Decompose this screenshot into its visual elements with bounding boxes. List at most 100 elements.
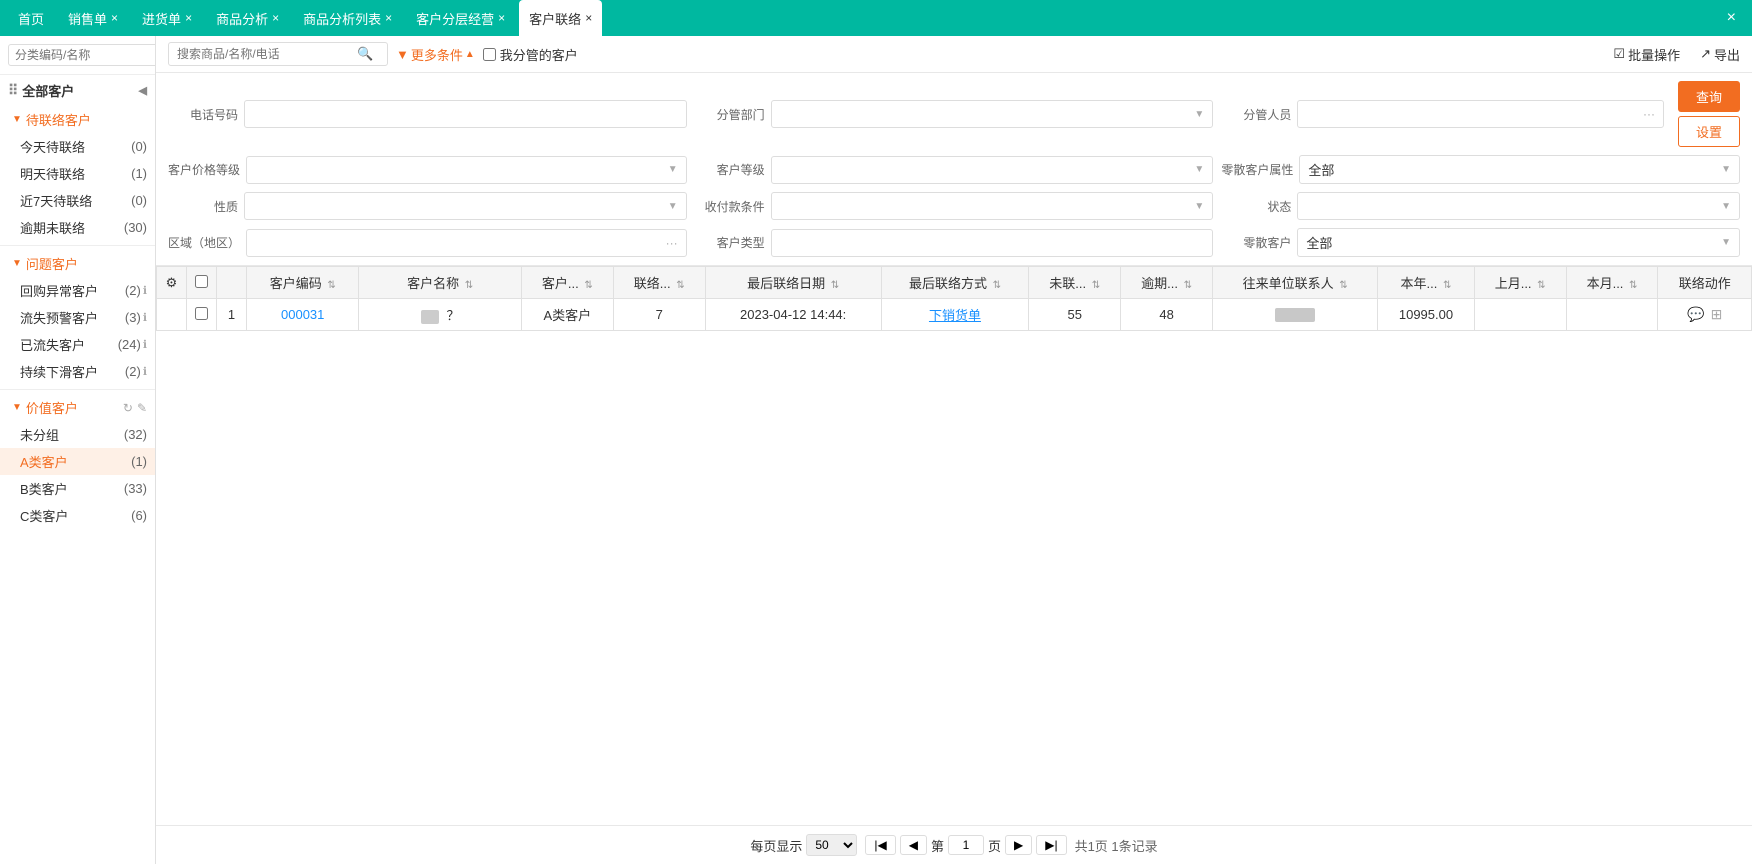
nav-tab-analysis[interactable]: 商品分析 ×	[206, 0, 289, 36]
sidebar-group-pending[interactable]: ▼ 待联络客户	[0, 106, 155, 133]
condition-row-4: 区域（地区） ··· 客户类型 零散客户 全部 ▼	[168, 228, 1740, 257]
sidebar-item-lost[interactable]: 已流失客户 (24) ℹ	[0, 331, 155, 358]
sidebar-item-b-class[interactable]: B类客户 (33)	[0, 475, 155, 502]
settings-gear-icon[interactable]: ⚙	[166, 275, 178, 290]
sidebar-group-problem[interactable]: ▼ 问题客户	[0, 250, 155, 277]
filter-search-icon[interactable]: 🔍	[357, 46, 373, 62]
last-page-btn[interactable]: ▶|	[1036, 835, 1066, 855]
item-abnormal-label: 回购异常客户	[20, 281, 98, 300]
query-btn[interactable]: 查询	[1678, 81, 1740, 112]
col-last-contact-method[interactable]: 最后联络方式 ⇅	[881, 267, 1029, 299]
sidebar-item-7days[interactable]: 近7天待联络 (0)	[0, 187, 155, 214]
status-input[interactable]: ▼	[1297, 192, 1740, 220]
page-size-dropdown[interactable]: 50 100 200	[806, 834, 857, 856]
col-not-contacted[interactable]: 未联... ⇅	[1029, 267, 1121, 299]
sort-icon-last-month: ⇅	[1537, 280, 1545, 291]
filter-search-input[interactable]	[177, 47, 357, 61]
row-last-contact-method[interactable]: 下销货单	[881, 299, 1029, 331]
nav-home[interactable]: 首页	[8, 0, 54, 36]
next-page-btn[interactable]: ▶	[1005, 835, 1032, 855]
col-overdue[interactable]: 逾期... ⇅	[1121, 267, 1213, 299]
payment-input[interactable]: ▼	[771, 192, 1214, 220]
grid-action-icon[interactable]: ⊞	[1711, 306, 1723, 323]
page-label: 第	[931, 836, 944, 855]
type-input[interactable]	[771, 229, 1214, 257]
region-input[interactable]: ···	[246, 229, 687, 257]
select-all-checkbox[interactable]	[195, 275, 208, 288]
col-last-contact-date[interactable]: 最后联络日期 ⇅	[705, 267, 881, 299]
sidebar-item-abnormal[interactable]: 回购异常客户 (2) ℹ	[0, 277, 155, 304]
nav-tab-sales[interactable]: 销售单 ×	[58, 0, 128, 36]
col-name[interactable]: 客户名称 ⇅	[359, 267, 521, 299]
col-code[interactable]: 客户编码 ⇅	[247, 267, 359, 299]
tab-customer-segment-label: 客户分层经营	[416, 9, 494, 28]
col-customer-type[interactable]: 客户... ⇅	[521, 267, 613, 299]
sidebar-item-declining[interactable]: 持续下滑客户 (2) ℹ	[0, 358, 155, 385]
tab-purchase-close[interactable]: ×	[185, 11, 192, 25]
retail-label: 零散客户	[1221, 234, 1291, 251]
filter-icon: ▼	[396, 47, 409, 62]
window-close-btn[interactable]: ×	[1719, 9, 1744, 27]
dept-input[interactable]: ▼	[771, 100, 1214, 128]
first-page-btn[interactable]: |◀	[865, 835, 895, 855]
price-level-input[interactable]: ▼	[246, 156, 687, 184]
last-contact-date-value: 2023-04-12 14:44:	[740, 307, 846, 322]
nav-tab-customer-segment[interactable]: 客户分层经营 ×	[406, 0, 515, 36]
sidebar-item-a-class[interactable]: A类客户 (1)	[0, 448, 155, 475]
row-select-checkbox[interactable]	[195, 307, 208, 320]
sidebar-search-area: 🔍	[0, 36, 155, 75]
col-this-month[interactable]: 本月... ⇅	[1566, 267, 1658, 299]
phone-input[interactable]	[244, 100, 687, 128]
person-input[interactable]: ···	[1297, 100, 1664, 128]
tab-customer-contact-close[interactable]: ×	[585, 11, 592, 25]
refresh-icon[interactable]: ↻	[123, 401, 133, 415]
retail-attr-input[interactable]: 全部 ▼	[1299, 155, 1740, 184]
col-this-year[interactable]: 本年... ⇅	[1378, 267, 1474, 299]
prev-page-btn[interactable]: ◀	[900, 835, 927, 855]
settings-btn[interactable]: 设置	[1678, 116, 1740, 147]
nav-tab-purchase[interactable]: 进货单 ×	[132, 0, 202, 36]
sidebar-all-customers[interactable]: ⠿ 全部客户 ◀	[0, 75, 155, 106]
tab-analysis-close[interactable]: ×	[272, 11, 279, 25]
col-last-month[interactable]: 上月... ⇅	[1474, 267, 1566, 299]
col-hist-contact[interactable]: 往来单位联系人 ⇅	[1213, 267, 1378, 299]
item-declining-badge: (2)	[125, 364, 141, 379]
sidebar-search-input[interactable]	[8, 44, 156, 66]
col-settings[interactable]: ⚙	[157, 267, 187, 299]
nature-input[interactable]: ▼	[244, 192, 687, 220]
sidebar-item-tomorrow[interactable]: 明天待联络 (1)	[0, 160, 155, 187]
sort-icon-date: ⇅	[831, 280, 839, 291]
row-not-contacted: 55	[1029, 299, 1121, 331]
tab-sales-close[interactable]: ×	[111, 11, 118, 25]
item-abnormal-badge: (2)	[125, 283, 141, 298]
chat-action-icon[interactable]: 💬	[1687, 306, 1704, 323]
more-conditions-btn[interactable]: ▼ 更多条件 ▲	[396, 45, 475, 64]
search-box: 🔍	[168, 42, 388, 66]
page-input[interactable]	[948, 835, 984, 855]
sidebar-item-overdue[interactable]: 逾期未联络 (30)	[0, 214, 155, 241]
retail-value: 全部	[1306, 233, 1332, 252]
tab-customer-segment-close[interactable]: ×	[498, 11, 505, 25]
row-code[interactable]: 000031	[247, 299, 359, 331]
sidebar-item-today[interactable]: 今天待联络 (0)	[0, 133, 155, 160]
sidebar-item-ungrouped[interactable]: 未分组 (32)	[0, 421, 155, 448]
edit-icon[interactable]: ✎	[137, 401, 147, 415]
export-btn[interactable]: ↗ 导出	[1700, 45, 1740, 64]
level-input[interactable]: ▼	[771, 156, 1214, 184]
sort-icon-overdue: ⇅	[1184, 280, 1192, 291]
nav-tab-customer-contact[interactable]: 客户联络 ×	[519, 0, 602, 36]
row-overdue: 48	[1121, 299, 1213, 331]
tab-analysis-list-close[interactable]: ×	[385, 11, 392, 25]
sidebar-item-at-risk[interactable]: 流失预警客户 (3) ℹ	[0, 304, 155, 331]
retail-input[interactable]: 全部 ▼	[1297, 228, 1740, 257]
batch-op-btn[interactable]: ☑ 批量操作	[1613, 45, 1680, 64]
last-contact-method-value: 下销货单	[929, 308, 981, 323]
item-at-risk-badge: (3)	[125, 310, 141, 325]
nav-tab-analysis-list[interactable]: 商品分析列表 ×	[293, 0, 402, 36]
my-customers-checkbox[interactable]	[483, 48, 496, 61]
sidebar-item-c-class[interactable]: C类客户 (6)	[0, 502, 155, 529]
pagination: 每页显示 50 100 200 |◀ ◀ 第 页 ▶ ▶| 共1页 1条记录	[156, 825, 1752, 864]
condition-payment: 收付款条件 ▼	[695, 192, 1214, 220]
col-contact-count[interactable]: 联络... ⇅	[613, 267, 705, 299]
sidebar-group-value[interactable]: ▼ 价值客户 ↻ ✎	[0, 394, 155, 421]
